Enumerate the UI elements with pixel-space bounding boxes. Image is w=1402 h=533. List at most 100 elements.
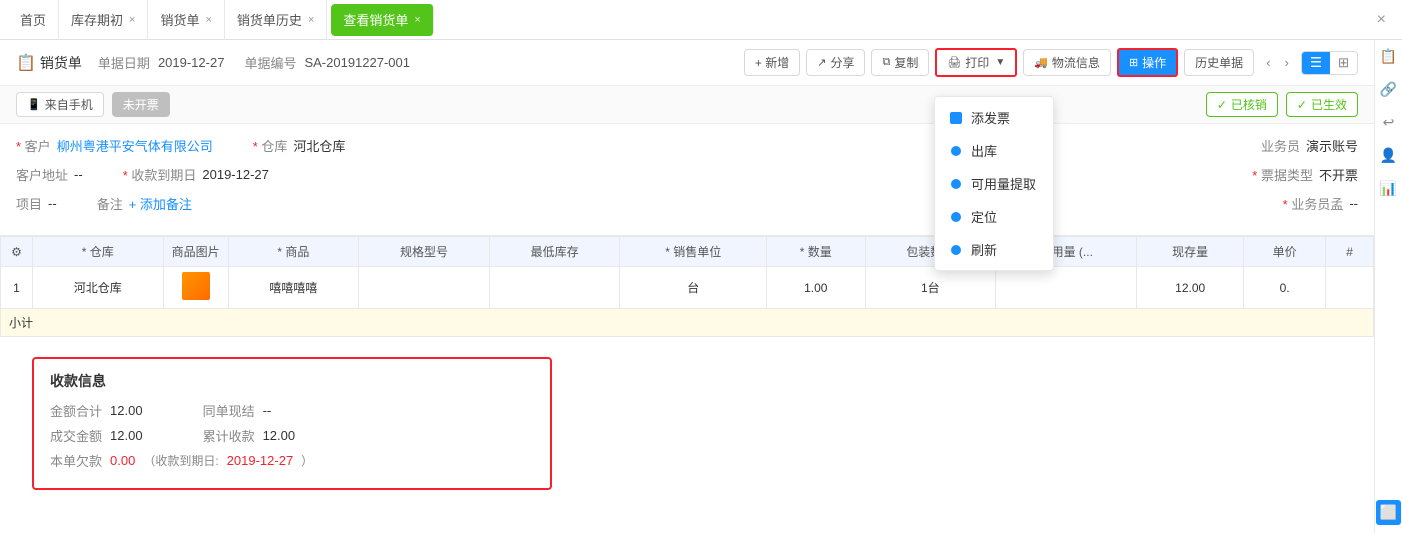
tab-close-view-sales[interactable]: × [414,14,420,26]
form-row-2: 客户地址 -- 收款到期日 2019-12-27 票据类型 不开票 [16,165,1358,184]
operation-button[interactable]: ⊞ 操作 [1117,48,1178,77]
tab-home[interactable]: 首页 [8,0,59,40]
expand-icon[interactable]: ⬜ [1376,500,1401,525]
logistics-button[interactable]: 🚚 物流信息 [1023,49,1111,76]
row-image [163,267,228,309]
view-switch: ☰ ⊞ [1301,51,1358,75]
payment-date-label: 收款到期日 [123,165,197,184]
col-settings-header[interactable]: ⚙ [1,237,33,267]
row-spec [359,267,490,309]
total-label: 金额合计 [50,401,102,420]
staff2-value: -- [1349,196,1358,211]
dropdown-add-invoice[interactable]: 添发票 [935,101,1053,134]
dropdown-location[interactable]: 定位 [935,200,1053,233]
next-arrow[interactable]: › [1279,53,1295,72]
grid-view-button[interactable]: ⊞ [1330,52,1357,74]
address-field: 客户地址 -- [16,165,83,184]
tab-inventory-init[interactable]: 库存期初 × [59,0,148,40]
nav-arrows: ‹ › [1260,53,1295,72]
col-image-header: 商品图片 [163,237,228,267]
share-button[interactable]: ↗ 分享 [806,49,865,76]
dropdown-out-stock[interactable]: 出库 [935,134,1053,167]
from-mobile-button[interactable]: 📱 来自手机 [16,92,104,117]
table-row: 1 河北仓库 嘻嘻嘻嘻 台 1.00 1台 12.00 0. [1,267,1374,309]
address-label: 客户地址 [16,165,68,184]
cumulative-label: 累计收款 [203,426,255,445]
print-button[interactable]: 🖨 打印 ▼ [935,48,1017,77]
warehouse-label: 仓库 [253,136,288,155]
tab-close-history[interactable]: × [308,14,314,26]
summary-title: 收款信息 [50,371,534,391]
customer-label: 客户 [16,136,51,155]
dropdown-available-pick[interactable]: 可用量提取 [935,167,1053,200]
tab-close-sales[interactable]: × [205,14,211,26]
sidebar-icon-2[interactable]: 🔗 [1380,81,1397,98]
col-min-stock-header: 最低库存 [489,237,620,267]
tab-sales-history[interactable]: 销货单历史 × [225,0,327,40]
project-field: 项目 -- [16,194,57,213]
summary-row-1: 金额合计 12.00 同单现结 -- [50,401,534,420]
col-product-header: * 商品 [228,237,359,267]
sidebar-icon-4[interactable]: 👤 [1380,147,1397,164]
sidebar-icon-5[interactable]: 📊 [1380,180,1397,197]
cumulative-value: 12.00 [263,428,296,443]
ticket-type-value: 不开票 [1319,165,1358,184]
tab-sales-order[interactable]: 销货单 × [148,0,224,40]
effective-button[interactable]: ✓ 已生效 [1286,92,1358,117]
row-unit-price: 0. [1243,267,1325,309]
doc-title-area: 📋 销货单 单据日期 2019-12-27 单据编号 SA-20191227-0… [16,53,744,73]
sidebar-icon-1[interactable]: 📋 [1380,48,1397,65]
subtotal-row: 小计 [1,309,1374,337]
date-value: 2019-12-27 [158,55,225,70]
customer-field: 客户 柳州粤港平安气体有限公司 [16,136,213,155]
tab-bar-close[interactable]: × [1369,11,1394,29]
table-header-row: ⚙ * 仓库 商品图片 * 商品 规格型号 最低库存 * 销售单位 * 数量 包… [1,237,1374,267]
summary-row-3: 本单欠款 0.00 （收款到期日: 2019-12-27 ） [50,451,534,470]
no-label: 单据编号 [244,53,296,72]
circle-icon-2 [949,177,963,191]
sidebar-icon-3[interactable]: ↩ [1383,114,1395,131]
owe-value: 0.00 [110,453,135,468]
row-stock: 12.00 [1137,267,1244,309]
list-view-button[interactable]: ☰ [1302,52,1330,74]
right-sidebar: 📋 🔗 ↩ 👤 📊 ⬜ [1374,40,1402,533]
tab-close-inventory[interactable]: × [129,14,135,26]
history-button[interactable]: 历史单据 [1184,49,1254,76]
add-note-button[interactable]: + 添加备注 [129,194,192,213]
operation-dropdown: 添发票 出库 可用量提取 定位 [934,96,1054,271]
ticket-type-field: 票据类型 不开票 [1252,165,1358,184]
col-spec-header: 规格型号 [359,237,490,267]
warehouse-field: 仓库 河北仓库 [253,136,346,155]
owe-label: 本单欠款 [50,451,102,470]
tab-view-sales[interactable]: 查看销货单 × [331,4,433,36]
not-open-button[interactable]: 未开票 [112,92,170,117]
doc-icon: 📋 [16,53,36,73]
staff2-field: 业务员孟 -- [1283,194,1358,213]
doc-title: 📋 销货单 [16,53,82,73]
row-no: 1 [1,267,33,309]
col-more-header: # [1326,237,1374,267]
tab-bar: 首页 库存期初 × 销货单 × 销货单历史 × 查看销货单 × × [0,0,1402,40]
verify-button[interactable]: ✓ 已核销 [1206,92,1278,117]
owe-field: 本单欠款 0.00 （收款到期日: 2019-12-27 ） [50,451,313,470]
transaction-value: 12.00 [110,428,143,443]
row-pack-qty: 1台 [865,267,996,309]
dropdown-refresh[interactable]: 刷新 [935,233,1053,266]
no-value: SA-20191227-001 [304,55,410,70]
action-bar: 📱 来自手机 未开票 ✓ 已核销 ✓ 已生效 [0,86,1374,124]
product-thumbnail [182,272,210,300]
date-label: 单据日期 [98,53,150,72]
row-more [1326,267,1374,309]
data-table-wrap: ⚙ * 仓库 商品图片 * 商品 规格型号 最低库存 * 销售单位 * 数量 包… [0,235,1374,337]
new-button[interactable]: + 新增 [744,49,800,76]
customer-value[interactable]: 柳州粤港平安气体有限公司 [57,136,213,155]
staff-value: 演示账号 [1306,136,1358,155]
circle-icon-3 [949,210,963,224]
row-quantity: 1.00 [767,267,865,309]
row-warehouse: 河北仓库 [33,267,164,309]
col-stock-header: 现存量 [1137,237,1244,267]
col-sales-unit-header: * 销售单位 [620,237,767,267]
copy-button[interactable]: ⧉ 复制 [871,49,929,76]
row-sales-unit: 台 [620,267,767,309]
prev-arrow[interactable]: ‹ [1260,53,1276,72]
